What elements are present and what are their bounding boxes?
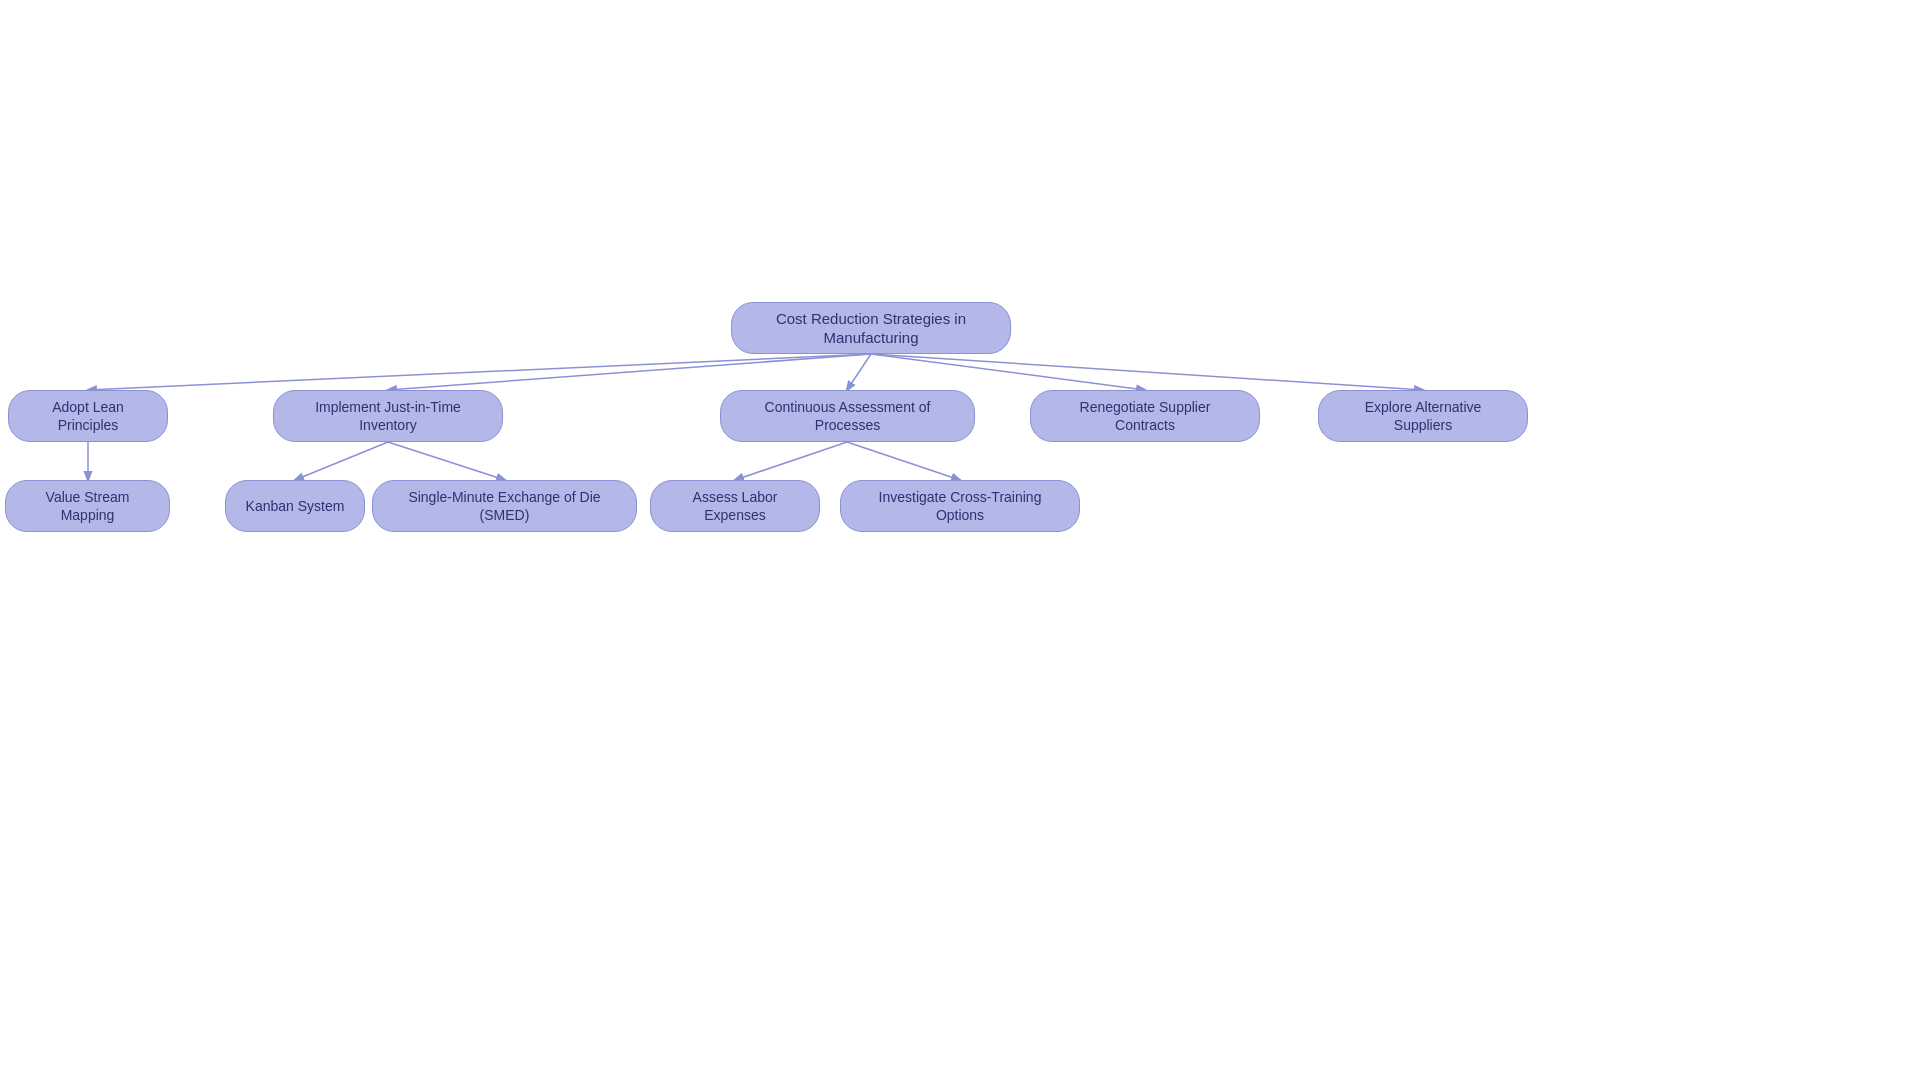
node-explore-alt[interactable]: Explore Alternative Suppliers bbox=[1318, 390, 1528, 442]
node-smed[interactable]: Single-Minute Exchange of Die (SMED) bbox=[372, 480, 637, 532]
node-value-stream[interactable]: Value Stream Mapping bbox=[5, 480, 170, 532]
node-just-in-time[interactable]: Implement Just-in-Time Inventory bbox=[273, 390, 503, 442]
node-cross-training[interactable]: Investigate Cross-Training Options bbox=[840, 480, 1080, 532]
svg-line-3 bbox=[871, 354, 1145, 390]
node-adopt-lean[interactable]: Adopt Lean Principles bbox=[8, 390, 168, 442]
connections-svg bbox=[0, 0, 1920, 1083]
svg-line-2 bbox=[847, 354, 871, 390]
svg-line-9 bbox=[847, 442, 960, 480]
node-renegotiate[interactable]: Renegotiate Supplier Contracts bbox=[1030, 390, 1260, 442]
diagram-container: Cost Reduction Strategies in Manufacturi… bbox=[0, 0, 1920, 1083]
node-kanban[interactable]: Kanban System bbox=[225, 480, 365, 532]
node-assess-labor[interactable]: Assess Labor Expenses bbox=[650, 480, 820, 532]
svg-line-8 bbox=[735, 442, 847, 480]
svg-line-1 bbox=[388, 354, 871, 390]
svg-line-7 bbox=[388, 442, 505, 480]
node-continuous[interactable]: Continuous Assessment of Processes bbox=[720, 390, 975, 442]
svg-line-6 bbox=[295, 442, 388, 480]
svg-line-0 bbox=[88, 354, 871, 390]
node-root[interactable]: Cost Reduction Strategies in Manufacturi… bbox=[731, 302, 1011, 354]
svg-line-4 bbox=[871, 354, 1423, 390]
